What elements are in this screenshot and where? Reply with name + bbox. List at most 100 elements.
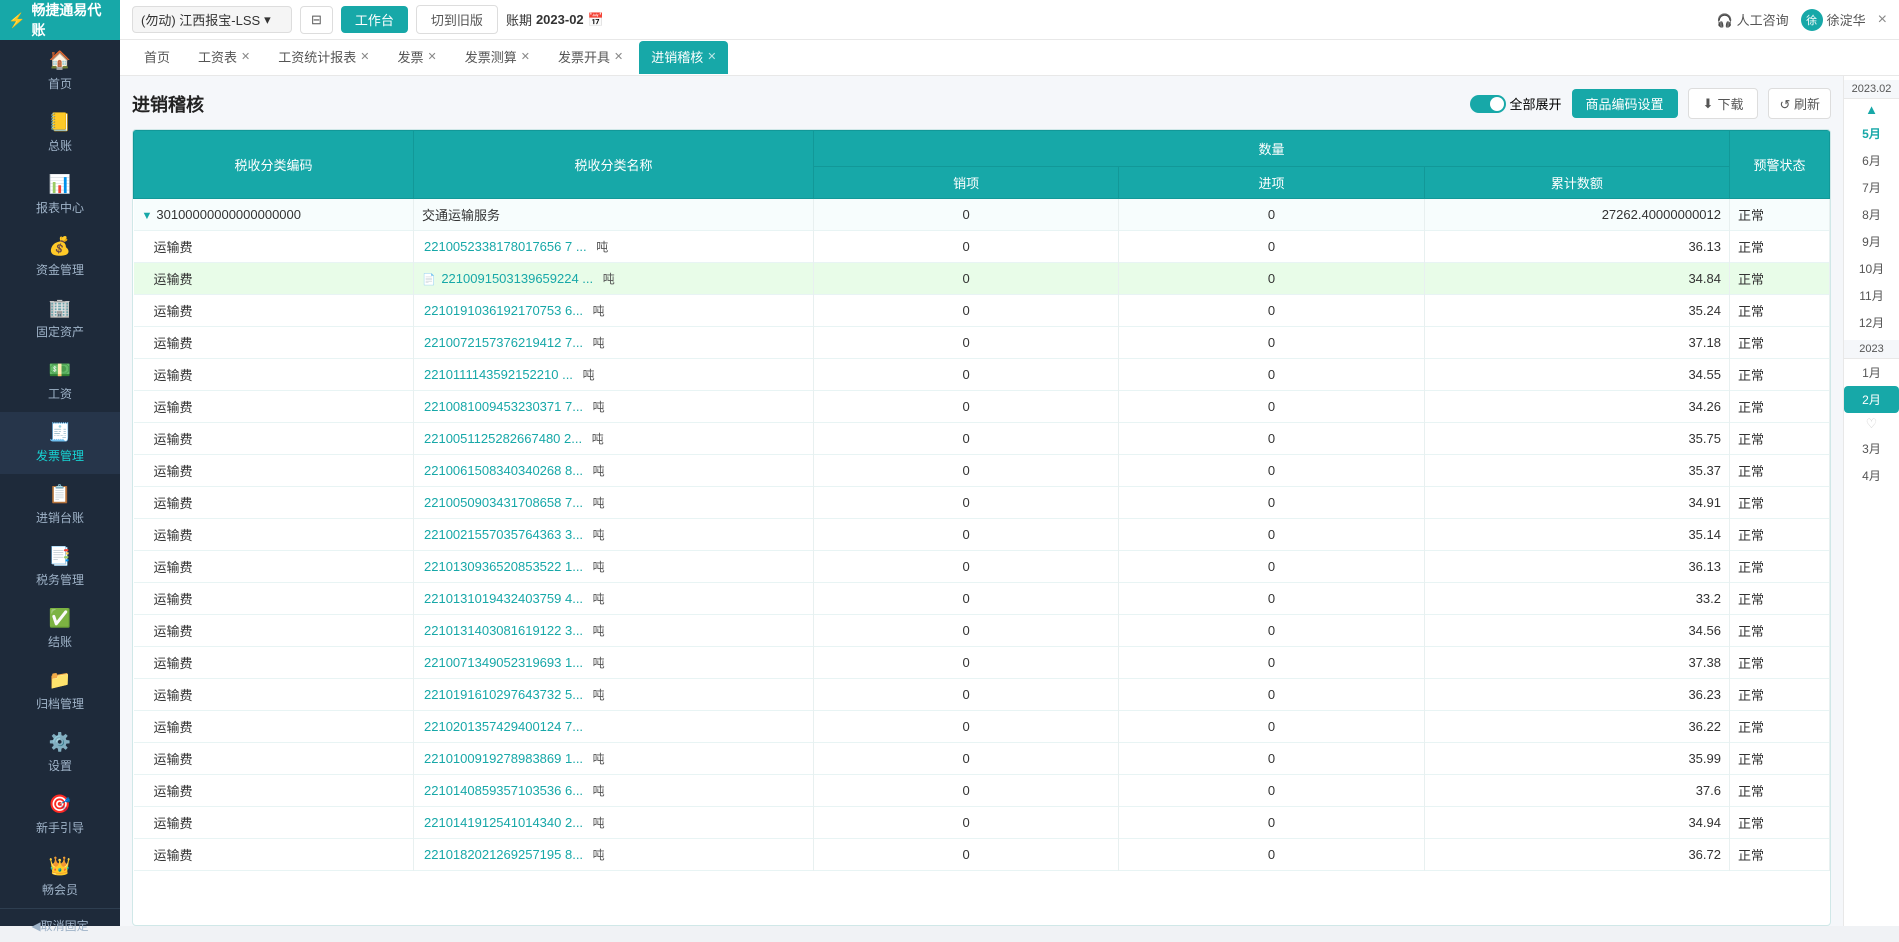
cell-purchase: 0 bbox=[1119, 839, 1424, 871]
copy-button[interactable]: ⊟ bbox=[300, 6, 333, 34]
cell-purchase: 0 bbox=[1119, 679, 1424, 711]
unpin-button[interactable]: ◀ 取消固定 bbox=[0, 908, 120, 942]
table-row: 运输费 2210072157376219412 7... 吨 0 0 37.18… bbox=[134, 327, 1830, 359]
cell-cumulative: 33.2 bbox=[1424, 583, 1729, 615]
cal-month-7[interactable]: 7月 bbox=[1844, 174, 1899, 201]
sidebar-item-salary[interactable]: 💵 工资 bbox=[0, 350, 120, 412]
cell-purchase: 0 bbox=[1119, 711, 1424, 743]
sidebar-item-guide[interactable]: 🎯 新手引导 bbox=[0, 784, 120, 846]
table-row: 运输费 2210201357429400124 7... 0 0 36.22 正… bbox=[134, 711, 1830, 743]
cal-month-12[interactable]: 12月 bbox=[1844, 309, 1899, 336]
settings-button[interactable]: 商品编码设置 bbox=[1572, 89, 1678, 118]
table-row: 运输费 2210100919278983869 1... 吨 0 0 35.99… bbox=[134, 743, 1830, 775]
tab-calc-label: 发票测算 bbox=[465, 47, 517, 66]
refresh-button[interactable]: ↺ 刷新 bbox=[1768, 88, 1831, 119]
sidebar-item-close[interactable]: ✅ 结账 bbox=[0, 598, 120, 660]
cal-month-8[interactable]: 8月 bbox=[1844, 201, 1899, 228]
cell-status: 正常 bbox=[1730, 487, 1830, 519]
tab-calc[interactable]: 发票测算 ✕ bbox=[453, 41, 542, 74]
tab-calc-close[interactable]: ✕ bbox=[521, 50, 530, 63]
sidebar-item-assets[interactable]: 🏢 固定资产 bbox=[0, 288, 120, 350]
tab-invoice-close[interactable]: ✕ bbox=[428, 50, 437, 63]
cell-invoice: 2210021557035764363 3... 吨 bbox=[414, 519, 814, 551]
cell-invoice: 2210201357429400124 7... bbox=[414, 711, 814, 743]
cell-name-child: 运输费 bbox=[134, 327, 414, 359]
sidebar-item-reports[interactable]: 📊 报表中心 bbox=[0, 164, 120, 226]
sidebar-item-funds[interactable]: 💰 资金管理 bbox=[0, 226, 120, 288]
cell-sale: 0 bbox=[814, 647, 1119, 679]
sidebar-item-member[interactable]: 👑 畅会员 bbox=[0, 846, 120, 908]
tab-home[interactable]: 首页 bbox=[132, 41, 182, 74]
sidebar-label-member: 畅会员 bbox=[42, 881, 78, 898]
cal-month-10[interactable]: 10月 bbox=[1844, 255, 1899, 282]
sidebar-item-settings[interactable]: ⚙️ 设置 bbox=[0, 722, 120, 784]
switch-version-button[interactable]: 切到旧版 bbox=[416, 5, 498, 34]
invoice-icon: 🧾 bbox=[49, 422, 71, 443]
cell-status: 正常 bbox=[1730, 807, 1830, 839]
calendar-icon[interactable]: 📅 bbox=[588, 12, 604, 28]
workbench-button[interactable]: 工作台 bbox=[341, 6, 408, 33]
tab-reconcile[interactable]: 进销稽核 ✕ bbox=[639, 41, 728, 74]
user-menu[interactable]: 徐 徐淀华 bbox=[1801, 9, 1866, 31]
cell-invoice: 2210051125282667480 2... 吨 bbox=[414, 423, 814, 455]
cal-nav-up[interactable]: ▲ bbox=[1844, 99, 1899, 120]
sidebar-label-guide: 新手引导 bbox=[36, 819, 84, 836]
tab-salary-report[interactable]: 工资统计报表 ✕ bbox=[266, 41, 381, 74]
tab-home-label: 首页 bbox=[144, 47, 170, 66]
tab-salary-close[interactable]: ✕ bbox=[241, 50, 250, 63]
cell-purchase: 0 bbox=[1119, 391, 1424, 423]
cell-name: 交通运输服务 bbox=[414, 199, 814, 231]
cal-month-9[interactable]: 9月 bbox=[1844, 228, 1899, 255]
cell-name-child: 运输费 bbox=[134, 839, 414, 871]
expand-toggle-wrap: 全部展开 bbox=[1470, 94, 1562, 113]
cell-cumulative: 34.26 bbox=[1424, 391, 1729, 423]
cal-month-4[interactable]: 4月 bbox=[1844, 462, 1899, 489]
cal-month-2[interactable]: 2月 bbox=[1844, 386, 1899, 413]
sidebar-item-ledger[interactable]: 📒 总账 bbox=[0, 102, 120, 164]
tab-reconcile-close[interactable]: ✕ bbox=[707, 50, 716, 63]
cell-purchase: 0 bbox=[1119, 423, 1424, 455]
tab-invoice[interactable]: 发票 ✕ bbox=[385, 41, 448, 74]
cell-status: 正常 bbox=[1730, 839, 1830, 871]
cal-month-11[interactable]: 11月 bbox=[1844, 282, 1899, 309]
cal-nav-down-heart[interactable]: ♡ bbox=[1844, 413, 1899, 435]
tab-issue-close[interactable]: ✕ bbox=[614, 50, 623, 63]
cell-name-child: 运输费 bbox=[134, 807, 414, 839]
close-button[interactable]: × bbox=[1878, 11, 1887, 29]
cell-status: 正常 bbox=[1730, 583, 1830, 615]
cell-name-child: 运输费 bbox=[134, 711, 414, 743]
sidebar-label-sales: 进销台账 bbox=[36, 509, 84, 526]
cell-code: ▼30100000000000000000 bbox=[134, 199, 414, 231]
expand-toggle[interactable] bbox=[1470, 95, 1506, 113]
cell-cumulative: 36.13 bbox=[1424, 231, 1729, 263]
cal-month-1[interactable]: 1月 bbox=[1844, 359, 1899, 386]
topbar-right: 🎧 人工咨询 徐 徐淀华 × bbox=[1717, 9, 1887, 31]
cell-invoice: 2210052338178017656 7 ... 吨 bbox=[414, 231, 814, 263]
cell-cumulative: 36.22 bbox=[1424, 711, 1729, 743]
cell-invoice: 2210131403081619122 3... 吨 bbox=[414, 615, 814, 647]
cell-status: 正常 bbox=[1730, 359, 1830, 391]
tab-invoice-label: 发票 bbox=[397, 47, 423, 66]
cell-sale: 0 bbox=[814, 295, 1119, 327]
tab-salary-report-close[interactable]: ✕ bbox=[360, 50, 369, 63]
cell-name-child: 运输费 bbox=[134, 295, 414, 327]
cell-name-child: 运输费 bbox=[134, 615, 414, 647]
sidebar-item-tax[interactable]: 📑 税务管理 bbox=[0, 536, 120, 598]
tab-issue[interactable]: 发票开具 ✕ bbox=[546, 41, 635, 74]
company-selector[interactable]: (勿动) 江西报宝-LSS ▾ bbox=[132, 6, 292, 33]
sidebar-item-archive[interactable]: 📁 归档管理 bbox=[0, 660, 120, 722]
sidebar-item-sales[interactable]: 📋 进销台账 bbox=[0, 474, 120, 536]
cal-month-6[interactable]: 6月 bbox=[1844, 147, 1899, 174]
cal-month-3[interactable]: 3月 bbox=[1844, 435, 1899, 462]
cell-purchase: 0 bbox=[1119, 615, 1424, 647]
sidebar-label-tax: 税务管理 bbox=[36, 571, 84, 588]
sidebar-item-invoice[interactable]: 🧾 发票管理 bbox=[0, 412, 120, 474]
support-button[interactable]: 🎧 人工咨询 bbox=[1717, 10, 1789, 29]
tab-salary[interactable]: 工资表 ✕ bbox=[186, 41, 262, 74]
cell-purchase: 0 bbox=[1119, 551, 1424, 583]
download-button[interactable]: ⬇ 下载 bbox=[1688, 88, 1759, 119]
table-row: 运输费 2210052338178017656 7 ... 吨 0 0 36.1… bbox=[134, 231, 1830, 263]
cal-month-5[interactable]: 5月 bbox=[1844, 120, 1899, 147]
sidebar-item-home[interactable]: 🏠 首页 bbox=[0, 40, 120, 102]
close-icon: ✅ bbox=[49, 608, 71, 629]
